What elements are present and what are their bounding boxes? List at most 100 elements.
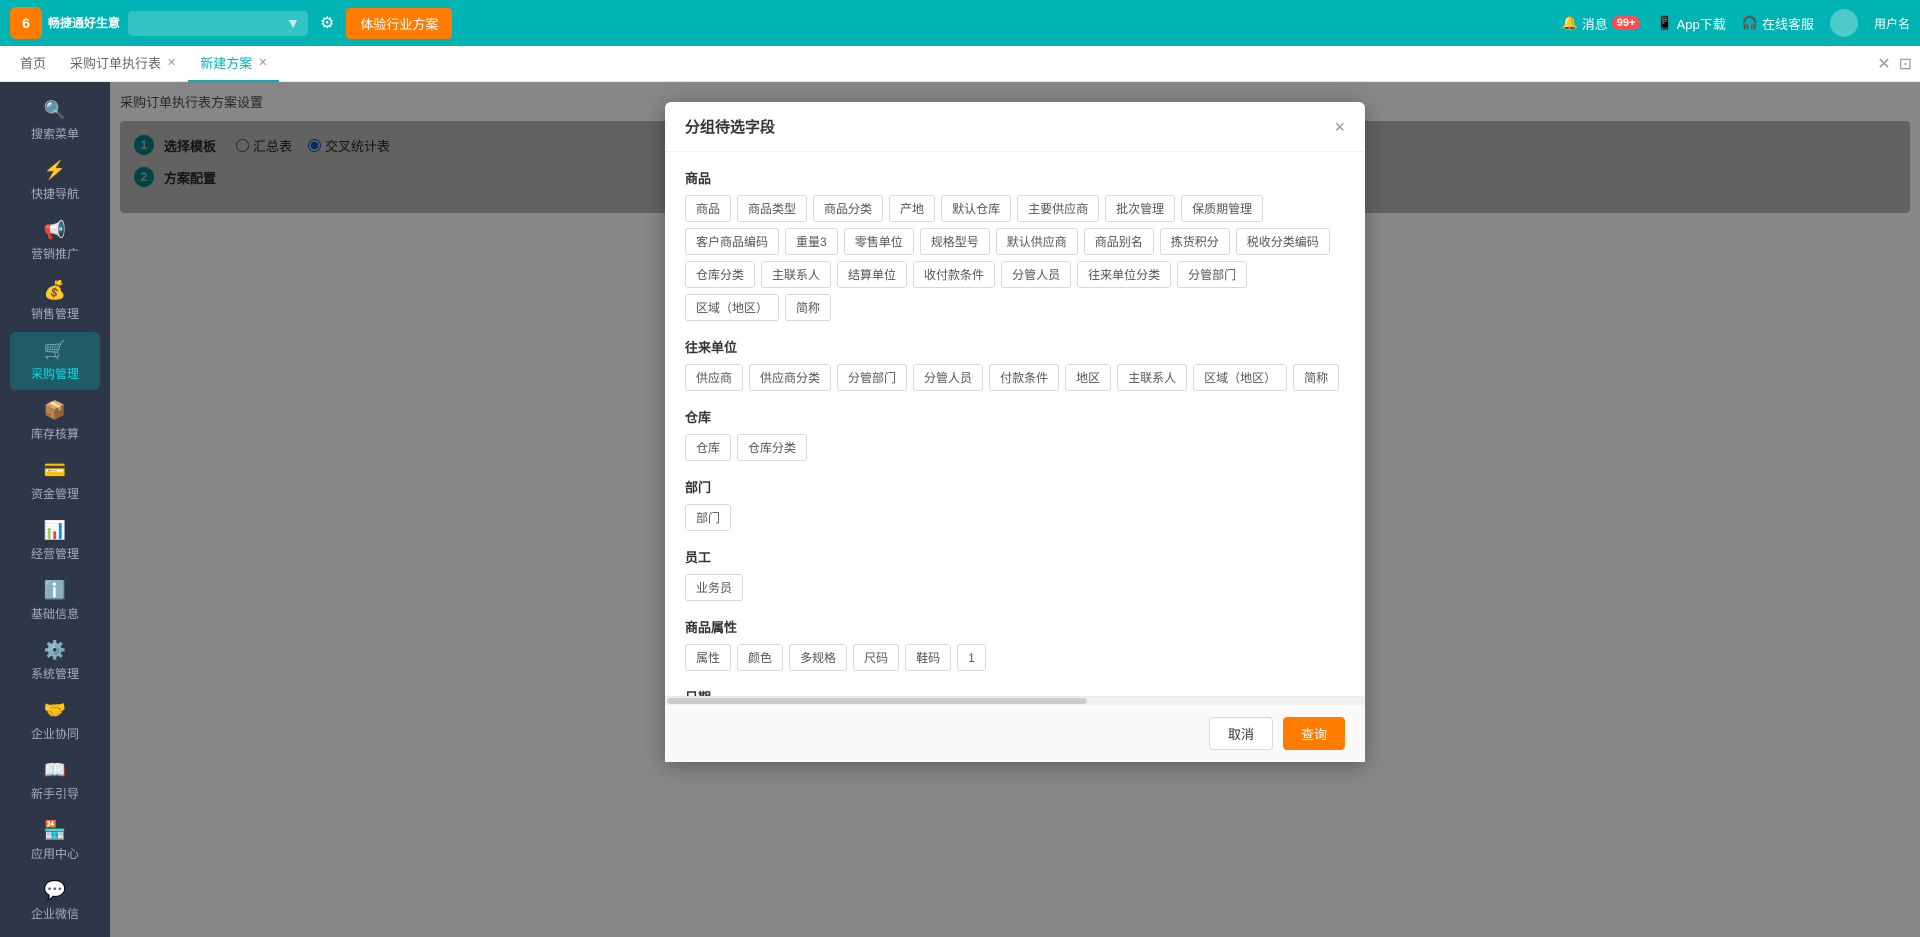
field-tag-partner-short[interactable]: 简称: [1293, 364, 1339, 391]
search-input[interactable]: [128, 11, 308, 36]
section-date-title: 日期: [685, 687, 1345, 696]
sidebar-item-system[interactable]: ⚙️ 系统管理: [10, 632, 100, 690]
field-tag-salesperson[interactable]: 业务员: [685, 574, 743, 601]
sidebar-item-operation[interactable]: 📊 经营管理: [10, 512, 100, 570]
field-tag-warehouse-category[interactable]: 仓库分类: [685, 261, 755, 288]
modal-close-button[interactable]: ×: [1334, 118, 1345, 136]
avatar[interactable]: [1830, 9, 1858, 37]
field-tag-department[interactable]: 部门: [685, 504, 731, 531]
field-tag-goods[interactable]: 商品: [685, 195, 731, 222]
field-tag-origin[interactable]: 产地: [889, 195, 935, 222]
field-tag-retail-unit[interactable]: 零售单位: [844, 228, 914, 255]
headset-icon: 🎧: [1742, 15, 1758, 31]
app-download-item[interactable]: 📱 App下载: [1656, 14, 1725, 33]
field-tag-partner-dept[interactable]: 分管部门: [837, 364, 907, 391]
close-all-button[interactable]: ✕: [1877, 54, 1890, 74]
logo-icon: 6: [10, 7, 42, 39]
field-tag-attr-1[interactable]: 1: [957, 644, 986, 671]
sidebar-item-operation-label: 经营管理: [31, 545, 79, 562]
field-tag-tax-code[interactable]: 税收分类编码: [1236, 228, 1330, 255]
settings-button[interactable]: ⚙: [316, 9, 338, 37]
section-goods: 商品 商品 商品类型 商品分类 产地 默认仓库 主要供应商 批次管理 保质期管理…: [685, 168, 1345, 321]
modal-horizontal-scrollbar[interactable]: [665, 696, 1365, 704]
tab-new-scheme[interactable]: 新建方案 ✕: [188, 46, 279, 82]
sidebar-item-basic-label: 基础信息: [31, 605, 79, 622]
top-navigation: 6 畅捷通好生意 ▼ ⚙ 体验行业方案 🔔 消息 99+ 📱 App下载 🎧 在…: [0, 0, 1920, 46]
sidebar-item-basic[interactable]: ℹ️ 基础信息: [10, 572, 100, 630]
field-tag-partner-category[interactable]: 往来单位分类: [1077, 261, 1171, 288]
section-partner-fields: 供应商 供应商分类 分管部门 分管人员 付款条件 地区 主联系人 区域（地区） …: [685, 364, 1345, 391]
sidebar-item-purchase[interactable]: 🛒 采购管理: [10, 332, 100, 390]
field-tag-attribute[interactable]: 属性: [685, 644, 731, 671]
field-tag-expiry-mgmt[interactable]: 保质期管理: [1181, 195, 1263, 222]
sidebar-item-inventory[interactable]: 📦 库存核算: [10, 392, 100, 450]
field-tag-short-name[interactable]: 简称: [785, 294, 831, 321]
trial-button[interactable]: 体验行业方案: [346, 8, 452, 39]
sidebar-item-sales[interactable]: 💰 销售管理: [10, 272, 100, 330]
field-tag-customer-code[interactable]: 客户商品编码: [685, 228, 779, 255]
logo-area: 6 畅捷通好生意: [10, 7, 120, 39]
field-tag-goods-alias[interactable]: 商品别名: [1084, 228, 1154, 255]
sidebar-item-collab[interactable]: 🤝 企业协同: [10, 692, 100, 750]
field-tag-goods-type[interactable]: 商品类型: [737, 195, 807, 222]
field-tag-goods-category[interactable]: 商品分类: [813, 195, 883, 222]
tab-new-scheme-close[interactable]: ✕: [258, 56, 267, 69]
field-tag-default-warehouse[interactable]: 默认仓库: [941, 195, 1011, 222]
field-tag-default-supplier[interactable]: 默认供应商: [996, 228, 1078, 255]
modal-title: 分组待选字段: [685, 116, 775, 137]
field-tag-pick-points[interactable]: 拣货积分: [1160, 228, 1230, 255]
tab-purchase-execution[interactable]: 采购订单执行表 ✕: [58, 46, 188, 82]
sales-icon: 💰: [44, 280, 66, 301]
appstore-icon: 🏪: [44, 820, 66, 841]
field-tag-weight3[interactable]: 重量3: [785, 228, 838, 255]
sidebar-item-quicknav[interactable]: ⚡ 快捷导航: [10, 152, 100, 210]
field-tag-region-partner[interactable]: 区域（地区）: [1193, 364, 1287, 391]
sidebar-item-search[interactable]: 🔍 搜索菜单: [10, 92, 100, 150]
purchase-icon: 🛒: [44, 340, 66, 361]
collab-icon: 🤝: [44, 700, 66, 721]
sidebar-item-marketing[interactable]: 📢 营销推广: [10, 212, 100, 270]
field-tag-manager[interactable]: 分管人员: [1001, 261, 1071, 288]
field-tag-main-contact[interactable]: 主联系人: [761, 261, 831, 288]
tab-bar: 首页 采购订单执行表 ✕ 新建方案 ✕ ✕ ⊡: [0, 46, 1920, 82]
field-tag-supplier[interactable]: 供应商: [685, 364, 743, 391]
field-tag-partner-manager[interactable]: 分管人员: [913, 364, 983, 391]
sidebar-item-guide[interactable]: 📖 新手引导: [10, 752, 100, 810]
field-tag-warehouse[interactable]: 仓库: [685, 434, 731, 461]
cancel-button[interactable]: 取消: [1209, 717, 1273, 750]
notification-item[interactable]: 🔔 消息 99+: [1562, 14, 1641, 33]
online-service-item[interactable]: 🎧 在线客服: [1742, 14, 1814, 33]
field-tag-supplier-category[interactable]: 供应商分类: [749, 364, 831, 391]
basic-icon: ℹ️: [44, 580, 66, 601]
field-tag-payment-terms[interactable]: 收付款条件: [913, 261, 995, 288]
section-warehouse: 仓库 仓库 仓库分类: [685, 407, 1345, 461]
confirm-button[interactable]: 查询: [1283, 717, 1345, 750]
sidebar-item-guide-label: 新手引导: [31, 785, 79, 802]
sidebar-item-finance[interactable]: 💳 资金管理: [10, 452, 100, 510]
field-tag-spec-model[interactable]: 规格型号: [920, 228, 990, 255]
field-tag-payment-condition[interactable]: 付款条件: [989, 364, 1059, 391]
sidebar-item-appstore[interactable]: 🏪 应用中心: [10, 812, 100, 870]
field-tag-settlement-unit[interactable]: 结算单位: [837, 261, 907, 288]
field-tag-batch-mgmt[interactable]: 批次管理: [1105, 195, 1175, 222]
field-tag-multi-spec[interactable]: 多规格: [789, 644, 847, 671]
field-tag-partner-contact[interactable]: 主联系人: [1117, 364, 1187, 391]
field-tag-main-supplier[interactable]: 主要供应商: [1017, 195, 1099, 222]
sidebar-item-system-label: 系统管理: [31, 665, 79, 682]
field-tag-region-goods[interactable]: 区域（地区）: [685, 294, 779, 321]
field-tag-area[interactable]: 地区: [1065, 364, 1111, 391]
tab-bar-actions: ✕ ⊡: [1877, 54, 1912, 74]
field-tag-shoe-size[interactable]: 鞋码: [905, 644, 951, 671]
sidebar-item-wechat[interactable]: 💬 企业微信: [10, 872, 100, 930]
field-tag-color[interactable]: 颜色: [737, 644, 783, 671]
search-container: ▼: [128, 11, 308, 36]
field-tag-managing-dept[interactable]: 分管部门: [1177, 261, 1247, 288]
sidebar-item-vip[interactable]: 👑 畅会员: [10, 932, 100, 937]
sidebar-item-wechat-label: 企业微信: [31, 905, 79, 922]
tab-purchase-close[interactable]: ✕: [167, 56, 176, 69]
field-tag-size[interactable]: 尺码: [853, 644, 899, 671]
section-product-attr-title: 商品属性: [685, 617, 1345, 636]
field-tag-warehouse-cat[interactable]: 仓库分类: [737, 434, 807, 461]
tab-home[interactable]: 首页: [8, 46, 58, 82]
expand-button[interactable]: ⊡: [1899, 54, 1912, 74]
